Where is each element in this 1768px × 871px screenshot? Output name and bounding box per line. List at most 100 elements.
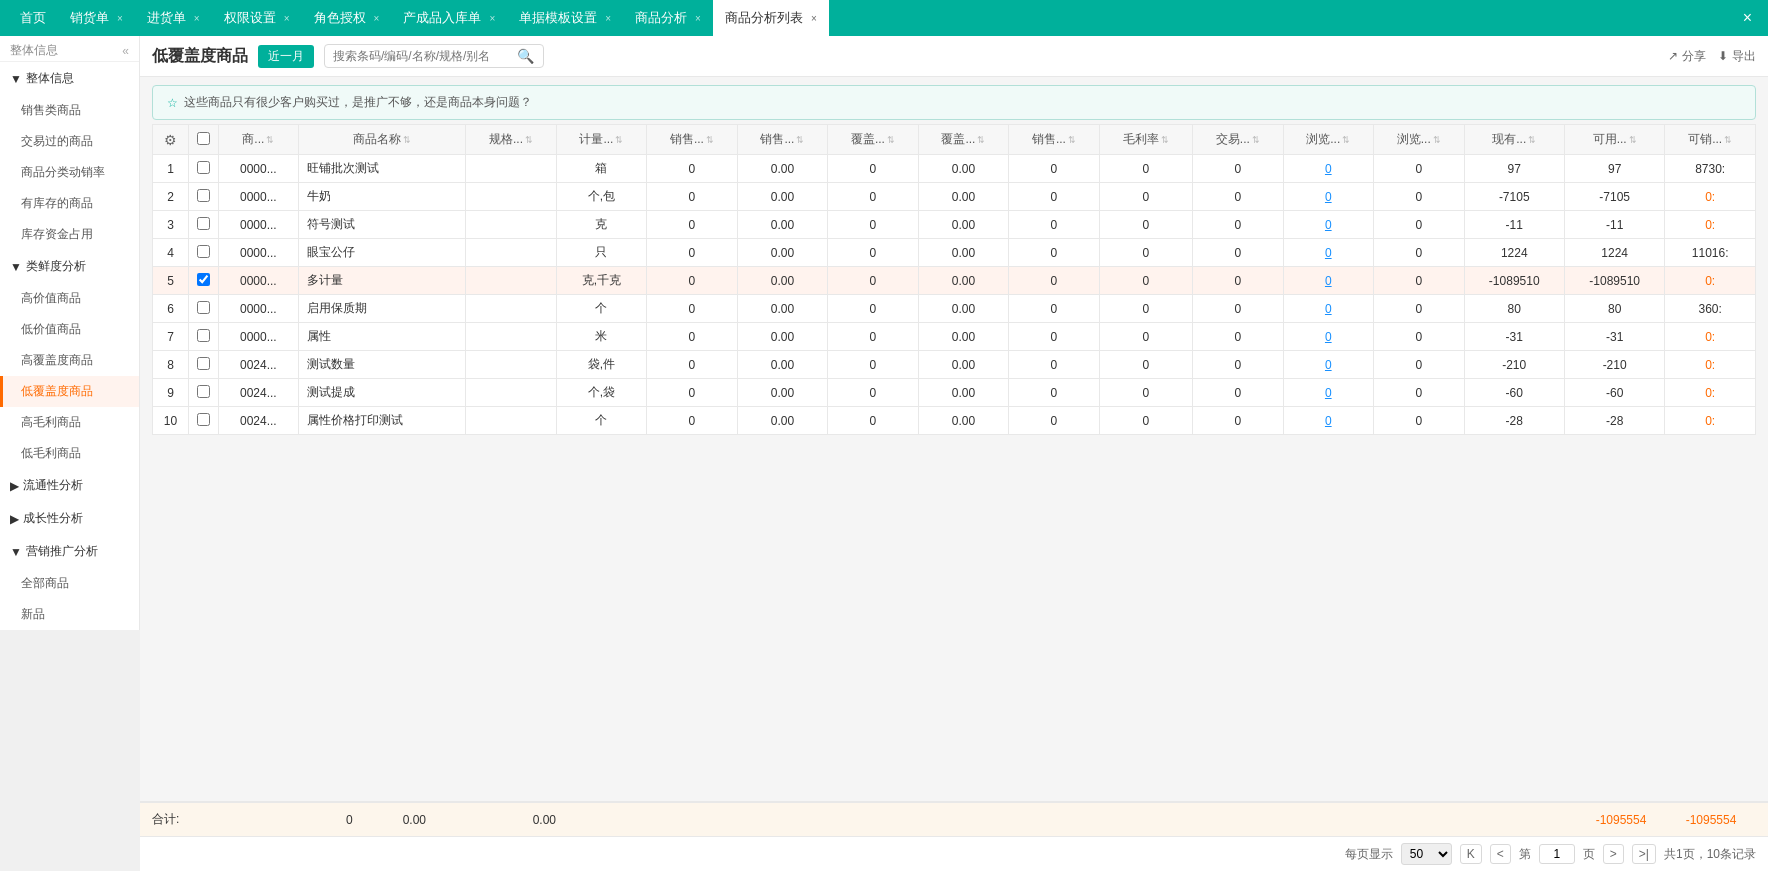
row-checkbox-7[interactable]: [189, 351, 219, 379]
nav-permission-settings-close[interactable]: ×: [284, 13, 290, 24]
sidebar-item-traded-products[interactable]: 交易过的商品: [0, 126, 139, 157]
row-browse1-9[interactable]: 0: [1283, 407, 1373, 435]
prev-page-btn[interactable]: <: [1490, 844, 1511, 864]
row-salable-2: 0:: [1665, 211, 1756, 239]
row-sales-amt-7: 0.00: [737, 351, 827, 379]
nav-purchase-order-close[interactable]: ×: [194, 13, 200, 24]
row-checkbox-4[interactable]: [189, 267, 219, 295]
row-checkbox-0[interactable]: [189, 155, 219, 183]
total-bar: 合计: 0 0.00 0.00 -1095554 -1095554: [140, 801, 1768, 836]
row-current-stock-3: 1224: [1464, 239, 1564, 267]
row-checkbox-5[interactable]: [189, 295, 219, 323]
col-settings[interactable]: ⚙: [153, 125, 189, 155]
sidebar-item-new-products[interactable]: 新品: [0, 599, 139, 630]
nav-sales-order[interactable]: 销货单 ×: [58, 0, 135, 36]
sidebar-item-low-margin[interactable]: 低毛利商品: [0, 438, 139, 469]
row-unit-9: 个: [556, 407, 646, 435]
share-icon: ↗: [1668, 49, 1678, 63]
sidebar-item-low-value[interactable]: 低价值商品: [0, 314, 139, 345]
sidebar-group-liquidity[interactable]: ▶ 流通性分析: [0, 469, 139, 502]
sidebar-group-overall[interactable]: ▼ 整体信息: [0, 62, 139, 95]
nav-purchase-order[interactable]: 进货单 ×: [135, 0, 212, 36]
sidebar-group-freshness-items: 高价值商品 低价值商品 高覆盖度商品 低覆盖度商品 高毛利商品 低毛利商品: [0, 283, 139, 469]
sidebar-item-category-rate[interactable]: 商品分类动销率: [0, 157, 139, 188]
sidebar-item-sales-products[interactable]: 销售类商品: [0, 95, 139, 126]
row-coverage1-3: 0: [828, 239, 918, 267]
row-code-8: 0024...: [219, 379, 299, 407]
export-button[interactable]: ⬇ 导出: [1718, 48, 1756, 65]
nav-permission-settings[interactable]: 权限设置 ×: [212, 0, 302, 36]
row-gross-margin-3: 0: [1099, 239, 1192, 267]
nav-product-analysis[interactable]: 商品分析 ×: [623, 0, 713, 36]
row-browse1-4[interactable]: 0: [1283, 267, 1373, 295]
row-code-5: 0000...: [219, 295, 299, 323]
sidebar-item-high-margin[interactable]: 高毛利商品: [0, 407, 139, 438]
row-coverage2-6: 0.00: [918, 323, 1008, 351]
search-input[interactable]: [333, 49, 513, 63]
nav-finished-goods[interactable]: 产成品入库单 ×: [391, 0, 507, 36]
nav-template-settings[interactable]: 单据模板设置 ×: [507, 0, 623, 36]
sidebar-collapse-btn[interactable]: «: [122, 44, 129, 58]
sidebar-item-high-value[interactable]: 高价值商品: [0, 283, 139, 314]
row-checkbox-9[interactable]: [189, 407, 219, 435]
row-browse1-1[interactable]: 0: [1283, 183, 1373, 211]
period-button[interactable]: 近一月: [258, 45, 314, 68]
last-page-btn[interactable]: >|: [1632, 844, 1656, 864]
row-current-stock-9: -28: [1464, 407, 1564, 435]
search-icon[interactable]: 🔍: [517, 48, 534, 64]
row-sales-amt-6: 0.00: [737, 323, 827, 351]
nav-product-analysis-list-close[interactable]: ×: [811, 13, 817, 24]
row-code-7: 0024...: [219, 351, 299, 379]
row-trade-0: 0: [1193, 155, 1283, 183]
row-code-0: 0000...: [219, 155, 299, 183]
nav-role-auth-close[interactable]: ×: [374, 13, 380, 24]
nav-home[interactable]: 首页: [8, 0, 58, 36]
row-gross-margin-1: 0: [1099, 183, 1192, 211]
page-input[interactable]: [1539, 844, 1575, 864]
row-browse1-0[interactable]: 0: [1283, 155, 1373, 183]
row-browse2-3: 0: [1374, 239, 1464, 267]
row-spec-5: [466, 295, 556, 323]
row-browse2-6: 0: [1374, 323, 1464, 351]
settings-icon[interactable]: ⚙: [164, 132, 177, 148]
sidebar-item-high-coverage[interactable]: 高覆盖度商品: [0, 345, 139, 376]
row-current-stock-6: -31: [1464, 323, 1564, 351]
sidebar-group-growth[interactable]: ▶ 成长性分析: [0, 502, 139, 535]
table-container[interactable]: ⚙ 商...⇅ 商品名称⇅ 规格...⇅ 计量...⇅ 销售...⇅ 销售...…: [152, 124, 1756, 801]
nav-template-settings-close[interactable]: ×: [605, 13, 611, 24]
first-page-btn[interactable]: K: [1460, 844, 1482, 864]
close-all-tabs[interactable]: ×: [1735, 9, 1760, 27]
row-sales-amt-4: 0.00: [737, 267, 827, 295]
nav-product-analysis-close[interactable]: ×: [695, 13, 701, 24]
row-browse1-6[interactable]: 0: [1283, 323, 1373, 351]
sidebar-item-stock-products[interactable]: 有库存的商品: [0, 188, 139, 219]
row-coverage2-8: 0.00: [918, 379, 1008, 407]
row-checkbox-6[interactable]: [189, 323, 219, 351]
row-browse1-8[interactable]: 0: [1283, 379, 1373, 407]
col-checkbox-header[interactable]: [189, 125, 219, 155]
nav-product-analysis-list[interactable]: 商品分析列表 ×: [713, 0, 829, 36]
select-all-checkbox[interactable]: [197, 132, 210, 145]
sidebar-item-all-products[interactable]: 全部商品: [0, 568, 139, 599]
share-button[interactable]: ↗ 分享: [1668, 48, 1706, 65]
sidebar-item-low-coverage[interactable]: 低覆盖度商品: [0, 376, 139, 407]
row-checkbox-8[interactable]: [189, 379, 219, 407]
sidebar-item-stock-capital[interactable]: 库存资金占用: [0, 219, 139, 250]
row-unit-2: 克: [556, 211, 646, 239]
row-code-2: 0000...: [219, 211, 299, 239]
sidebar-group-freshness[interactable]: ▼ 类鲜度分析: [0, 250, 139, 283]
sidebar-group-marketing[interactable]: ▼ 营销推广分析: [0, 535, 139, 568]
row-name-3: 眼宝公仔: [298, 239, 466, 267]
nav-finished-goods-close[interactable]: ×: [489, 13, 495, 24]
row-browse1-7[interactable]: 0: [1283, 351, 1373, 379]
page-size-select[interactable]: 50 100 200: [1401, 843, 1452, 865]
nav-sales-order-close[interactable]: ×: [117, 13, 123, 24]
row-checkbox-2[interactable]: [189, 211, 219, 239]
row-browse1-5[interactable]: 0: [1283, 295, 1373, 323]
row-browse1-3[interactable]: 0: [1283, 239, 1373, 267]
row-checkbox-3[interactable]: [189, 239, 219, 267]
row-browse1-2[interactable]: 0: [1283, 211, 1373, 239]
nav-role-auth[interactable]: 角色授权 ×: [302, 0, 392, 36]
row-checkbox-1[interactable]: [189, 183, 219, 211]
next-page-btn[interactable]: >: [1603, 844, 1624, 864]
